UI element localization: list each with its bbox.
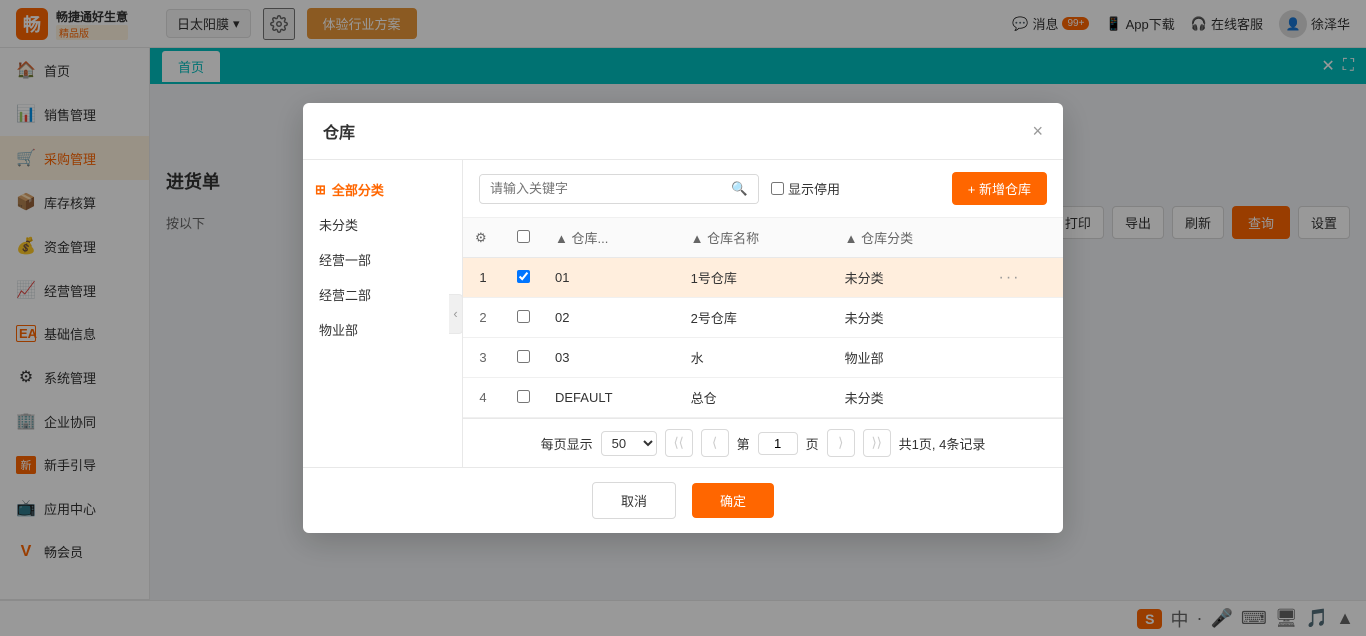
collapse-sidebar-button[interactable]: ‹: [449, 294, 463, 334]
row-checkbox-cell[interactable]: [503, 258, 543, 298]
warehouse-modal: 仓库 × ⊞ 全部分类 未分类 经营一部 经营二部 物业部 ‹: [303, 103, 1063, 533]
row-checkbox[interactable]: [517, 350, 530, 363]
search-button[interactable]: 🔍: [721, 175, 758, 203]
row-num: 3: [463, 338, 503, 378]
row-category: 未分类: [833, 258, 987, 298]
search-input[interactable]: [480, 175, 721, 202]
add-warehouse-button[interactable]: + 新增仓库: [952, 172, 1047, 205]
row-num: 4: [463, 378, 503, 418]
col-category-header: ▲ 仓库分类: [833, 218, 987, 258]
row-code: 02: [543, 298, 679, 338]
row-actions[interactable]: [986, 298, 1063, 338]
row-code: 03: [543, 338, 679, 378]
row-num: 1: [463, 258, 503, 298]
row-category: 物业部: [833, 338, 987, 378]
warehouse-table: ⚙ ▲ 仓库... ▲ 仓库名称 ▲ 仓库分类: [463, 218, 1063, 418]
col-code-header: ▲ 仓库...: [543, 218, 679, 258]
row-num: 2: [463, 298, 503, 338]
first-page-button[interactable]: ⟨⟨: [665, 429, 693, 457]
table-row[interactable]: 1 01 1号仓库 未分类 ···: [463, 258, 1063, 298]
modal-title: 仓库: [323, 119, 355, 143]
show-disabled-checkbox[interactable]: [771, 182, 784, 195]
grid-icon: ⊞: [315, 182, 326, 198]
row-actions[interactable]: [986, 338, 1063, 378]
col-checkbox-header[interactable]: [503, 218, 543, 258]
page-size-select[interactable]: 50 100: [601, 431, 657, 456]
table-row[interactable]: 4 DEFAULT 总仓 未分类: [463, 378, 1063, 418]
row-checkbox[interactable]: [517, 270, 530, 283]
table-row[interactable]: 3 03 水 物业部: [463, 338, 1063, 378]
row-name: 2号仓库: [679, 298, 833, 338]
modal-header: 仓库 ×: [303, 103, 1063, 160]
pagination-bar: 每页显示 50 100 ⟨⟨ ⟨ 第 页 ⟩ ⟩⟩ 共1页, 4条记录: [463, 418, 1063, 467]
row-checkbox-cell[interactable]: [503, 338, 543, 378]
category-item-op2[interactable]: 经营二部: [303, 277, 462, 312]
modal-body: ⊞ 全部分类 未分类 经营一部 经营二部 物业部 ‹ 🔍: [303, 160, 1063, 467]
select-all-checkbox[interactable]: [517, 230, 530, 243]
modal-toolbar: 🔍 显示停用 + 新增仓库: [463, 160, 1063, 218]
row-checkbox[interactable]: [517, 310, 530, 323]
row-checkbox-cell[interactable]: [503, 298, 543, 338]
row-code: DEFAULT: [543, 378, 679, 418]
table-row[interactable]: 2 02 2号仓库 未分类: [463, 298, 1063, 338]
row-name: 总仓: [679, 378, 833, 418]
category-all-header[interactable]: ⊞ 全部分类: [303, 172, 462, 207]
modal-overlay: 仓库 × ⊞ 全部分类 未分类 经营一部 经营二部 物业部 ‹: [0, 0, 1366, 636]
row-category: 未分类: [833, 298, 987, 338]
row-actions[interactable]: ···: [986, 258, 1063, 298]
row-more-button[interactable]: ···: [998, 269, 1020, 286]
col-name-header: ▲ 仓库名称: [679, 218, 833, 258]
col-actions-header: [986, 218, 1063, 258]
row-code: 01: [543, 258, 679, 298]
modal-close-button[interactable]: ×: [1032, 121, 1043, 142]
cancel-button[interactable]: 取消: [592, 482, 676, 519]
row-name: 水: [679, 338, 833, 378]
prev-page-button[interactable]: ⟨: [701, 429, 729, 457]
category-item-unclassified[interactable]: 未分类: [303, 207, 462, 242]
row-name: 1号仓库: [679, 258, 833, 298]
modal-main-panel: 🔍 显示停用 + 新增仓库 ⚙: [463, 160, 1063, 467]
last-page-button[interactable]: ⟩⟩: [863, 429, 891, 457]
row-actions[interactable]: [986, 378, 1063, 418]
modal-footer: 取消 确定: [303, 467, 1063, 533]
col-settings[interactable]: ⚙: [463, 218, 503, 258]
search-box: 🔍: [479, 174, 759, 204]
category-sidebar: ⊞ 全部分类 未分类 经营一部 经营二部 物业部 ‹: [303, 160, 463, 467]
category-item-property[interactable]: 物业部: [303, 312, 462, 347]
next-page-button[interactable]: ⟩: [827, 429, 855, 457]
row-checkbox-cell[interactable]: [503, 378, 543, 418]
page-number-input[interactable]: [758, 432, 798, 455]
show-disabled-label[interactable]: 显示停用: [771, 179, 840, 198]
row-category: 未分类: [833, 378, 987, 418]
category-item-op1[interactable]: 经营一部: [303, 242, 462, 277]
confirm-button[interactable]: 确定: [692, 483, 774, 518]
row-checkbox[interactable]: [517, 390, 530, 403]
